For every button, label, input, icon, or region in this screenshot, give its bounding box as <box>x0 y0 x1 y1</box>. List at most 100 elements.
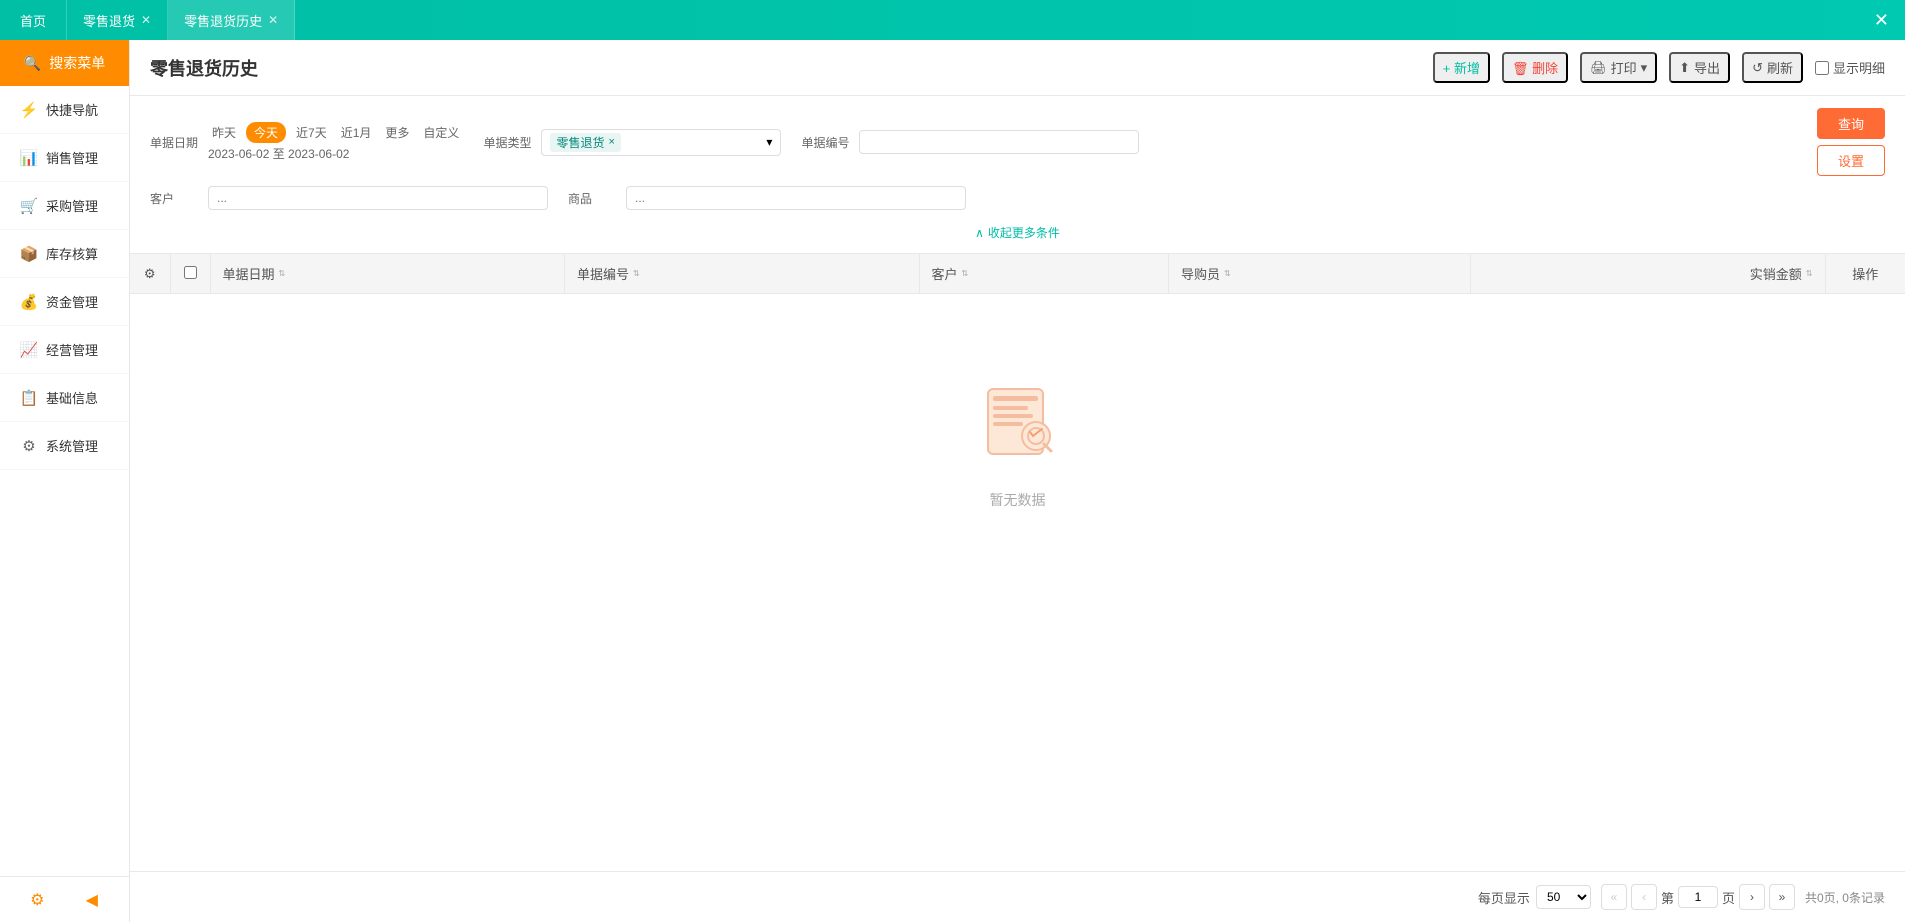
page-next-btn[interactable]: › <box>1739 884 1765 910</box>
export-icon: ⬆ <box>1679 60 1690 76</box>
collapse-filter-btn[interactable]: ∧ 收起更多条件 <box>975 224 1060 241</box>
sidebar-item-label: 基础信息 <box>46 388 98 407</box>
sidebar-item-sales[interactable]: 📊 销售管理 <box>0 134 129 182</box>
th-number-sort[interactable]: 单据编号 ⇅ <box>577 264 907 283</box>
window-close-btn[interactable]: ✕ <box>1874 10 1905 31</box>
tab-retail-return-history-close[interactable]: ✕ <box>268 13 278 27</box>
sort-amount-icon: ⇅ <box>1806 270 1813 278</box>
sidebar-item-label: 快捷导航 <box>46 100 98 119</box>
date-opt-yesterday[interactable]: 昨天 <box>208 122 240 143</box>
th-amount: 实销金额 ⇅ <box>1470 254 1825 294</box>
type-tag-label: 零售退货 <box>556 134 604 151</box>
tab-bar: 首页 零售退货 ✕ 零售退货历史 ✕ <box>0 0 1874 40</box>
tab-home[interactable]: 首页 <box>0 0 67 40</box>
content-area: 零售退货历史 + 新增 🗑 删除 🖨 打印 ▾ ⬆ 导出 ↺ <box>130 40 1905 922</box>
add-label: + 新增 <box>1443 58 1480 77</box>
number-filter-label: 单据编号 <box>801 134 851 151</box>
date-opt-more[interactable]: 更多 <box>381 122 413 143</box>
tab-retail-return[interactable]: 零售退货 ✕ <box>67 0 168 40</box>
tab-retail-return-history[interactable]: 零售退货历史 ✕ <box>168 0 295 40</box>
sidebar-item-finance[interactable]: 💰 资金管理 <box>0 278 129 326</box>
date-opt-custom[interactable]: 自定义 <box>419 122 463 143</box>
page-prev-btn[interactable]: ‹ <box>1631 884 1657 910</box>
th-guide-sort[interactable]: 导购员 ⇅ <box>1181 264 1458 283</box>
sidebar-item-inventory[interactable]: 📦 库存核算 <box>0 230 129 278</box>
print-dropdown-icon: ▾ <box>1641 60 1648 76</box>
delete-button[interactable]: 🗑 删除 <box>1502 52 1568 83</box>
type-filter-dropdown[interactable]: 零售退货 × ▾ <box>541 129 781 156</box>
th-date-sort[interactable]: 单据日期 ⇅ <box>223 264 553 283</box>
date-opt-today[interactable]: 今天 <box>246 122 286 143</box>
select-all-checkbox[interactable] <box>184 266 197 279</box>
page-size-select[interactable]: 50 10 20 100 <box>1536 885 1591 909</box>
pagination-bar: 每页显示 50 10 20 100 « ‹ 第 页 › » 共0页, 0条记录 <box>130 871 1905 922</box>
th-customer-sort[interactable]: 客户 ⇅ <box>932 264 1156 283</box>
query-button[interactable]: 查询 <box>1817 108 1885 139</box>
date-filter-field: 单据日期 昨天 今天 近7天 近1月 更多 自定义 2023-06-02 至 2… <box>150 122 463 162</box>
th-amount-sort[interactable]: 实销金额 ⇅ <box>1483 264 1813 283</box>
th-settings[interactable]: ⚙ <box>130 254 170 294</box>
th-guide-label: 导购员 <box>1181 264 1220 283</box>
sidebar-item-purchase[interactable]: 🛒 采购管理 <box>0 182 129 230</box>
refresh-button[interactable]: ↺ 刷新 <box>1742 52 1803 83</box>
sidebar-item-quick-nav[interactable]: ⚡ 快捷导航 <box>0 86 129 134</box>
th-amount-label: 实销金额 <box>1750 264 1802 283</box>
type-filter-label: 单据类型 <box>483 134 533 151</box>
th-guide: 导购员 ⇅ <box>1168 254 1470 294</box>
quick-nav-icon: ⚡ <box>20 101 38 119</box>
page-number-input[interactable] <box>1678 886 1718 908</box>
display-toggle-checkbox[interactable] <box>1815 61 1829 75</box>
print-button[interactable]: 🖨 打印 ▾ <box>1580 52 1657 83</box>
goods-filter-field: 商品 <box>568 186 966 210</box>
collapse-sidebar-btn[interactable]: ◀ <box>77 885 107 915</box>
sidebar-search[interactable]: 🔍 搜索菜单 <box>0 40 129 86</box>
tab-retail-return-label: 零售退货 <box>83 11 135 30</box>
page-first-btn[interactable]: « <box>1601 884 1627 910</box>
sort-date-icon: ⇅ <box>279 270 286 278</box>
goods-filter-input[interactable] <box>626 186 966 210</box>
search-icon: 🔍 <box>24 55 41 72</box>
tab-home-label: 首页 <box>20 11 46 30</box>
export-button[interactable]: ⬆ 导出 <box>1669 52 1730 83</box>
sidebar-item-operation[interactable]: 📈 经营管理 <box>0 326 129 374</box>
sidebar-item-label: 经营管理 <box>46 340 98 359</box>
sidebar-search-label: 搜索菜单 <box>49 53 105 73</box>
purchase-icon: 🛒 <box>20 197 38 215</box>
display-toggle[interactable]: 显示明细 <box>1815 58 1885 77</box>
sidebar-item-system[interactable]: ⚙ 系统管理 <box>0 422 129 470</box>
tab-retail-return-close[interactable]: ✕ <box>141 13 151 27</box>
add-button[interactable]: + 新增 <box>1433 52 1490 83</box>
sidebar-item-label: 库存核算 <box>46 244 98 263</box>
filter-setting-button[interactable]: 设置 <box>1817 145 1885 176</box>
data-table: ⚙ 单据日期 ⇅ 单据编号 <box>130 254 1905 590</box>
inventory-icon: 📦 <box>20 245 38 263</box>
collapse-label: 收起更多条件 <box>988 224 1060 241</box>
main-layout: 🔍 搜索菜单 ⚡ 快捷导航 📊 销售管理 🛒 采购管理 📦 库存核算 💰 <box>0 40 1905 922</box>
number-filter-input[interactable] <box>859 130 1139 154</box>
collapse-icon: ∧ <box>975 226 984 240</box>
sidebar-item-label: 资金管理 <box>46 292 98 311</box>
page-size-selector: 每页显示 50 10 20 100 <box>1478 885 1591 909</box>
settings-btn[interactable]: ⚙ <box>22 885 52 915</box>
customer-filter-input[interactable] <box>208 186 548 210</box>
print-icon: 🖨 <box>1590 60 1607 76</box>
page-size-label: 每页显示 <box>1478 888 1530 907</box>
sidebar-item-label: 销售管理 <box>46 148 98 167</box>
finance-icon: 💰 <box>20 293 38 311</box>
sidebar-item-label: 采购管理 <box>46 196 98 215</box>
filter-actions: 查询 设置 <box>1817 108 1885 176</box>
date-opt-1month[interactable]: 近1月 <box>337 122 376 143</box>
page-label: 第 <box>1661 888 1674 907</box>
date-opt-7days[interactable]: 近7天 <box>292 122 331 143</box>
sidebar-item-basic-info[interactable]: 📋 基础信息 <box>0 374 129 422</box>
sort-number-icon: ⇅ <box>633 270 640 278</box>
number-filter-field: 单据编号 <box>801 130 1139 154</box>
total-info: 共0页, 0条记录 <box>1805 889 1885 906</box>
top-bar: 首页 零售退货 ✕ 零售退货历史 ✕ ✕ <box>0 0 1905 40</box>
page-last-btn[interactable]: » <box>1769 884 1795 910</box>
print-label: 打印 <box>1611 58 1637 77</box>
type-tag-close[interactable]: × <box>608 136 614 148</box>
column-settings-icon[interactable]: ⚙ <box>144 266 156 281</box>
filter-area: 单据日期 昨天 今天 近7天 近1月 更多 自定义 2023-06-02 至 2… <box>130 96 1905 254</box>
refresh-icon: ↺ <box>1752 60 1763 76</box>
